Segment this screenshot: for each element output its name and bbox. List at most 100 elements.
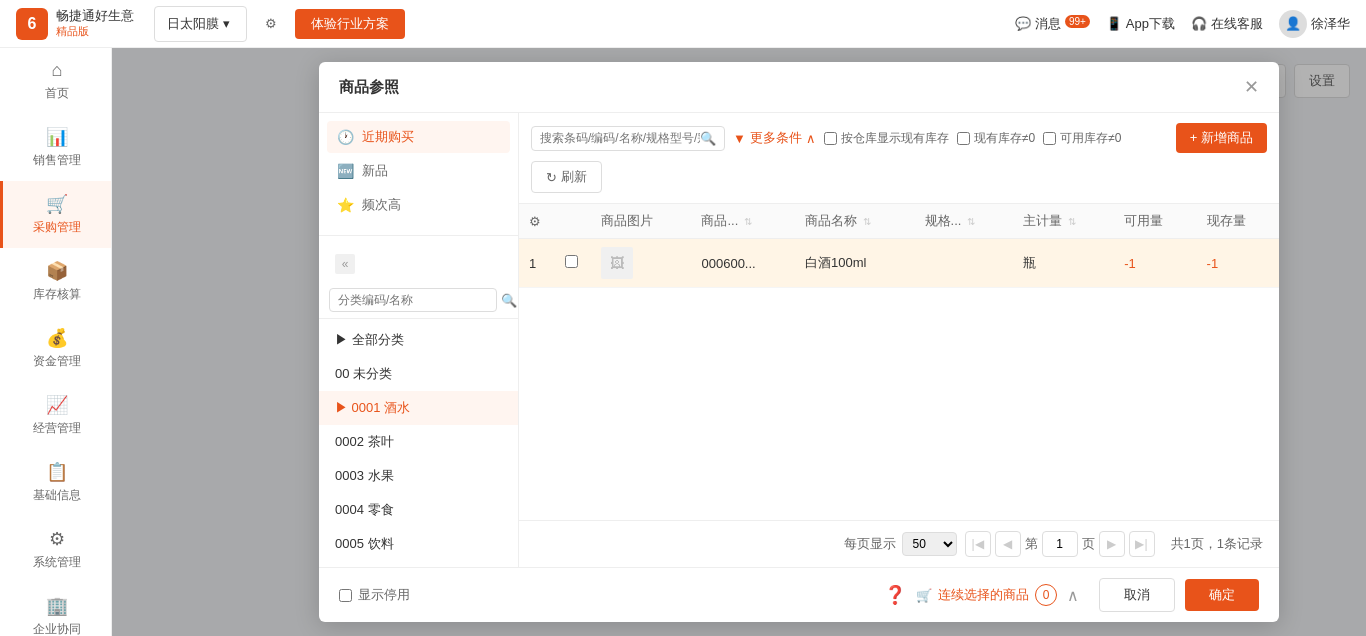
sidebar-item-inventory[interactable]: 📦 库存核算 [0,248,111,315]
sales-icon: 📊 [46,126,68,148]
cell-checkbox[interactable] [555,239,591,288]
cart-area[interactable]: 🛒 连续选择的商品 0 [916,584,1057,606]
sidebar-item-basic-info[interactable]: 📋 基础信息 [0,449,111,516]
refresh-button[interactable]: ↻ 刷新 [531,161,602,193]
username-label: 徐泽华 [1311,15,1350,33]
next-page-button[interactable]: ▶ [1099,531,1125,557]
online-service-button[interactable]: 🎧 在线客服 [1191,15,1263,33]
page-nav: |◀ ◀ 第 页 ▶ ▶| [965,531,1155,557]
confirm-button[interactable]: 确定 [1185,579,1259,611]
dropdown-selector[interactable]: 日太阳膜 ▾ [154,6,247,42]
checkbox-stock-nonzero[interactable]: 现有库存≠0 [957,130,1035,147]
col-unit[interactable]: 主计量 ⇅ [1013,204,1114,239]
checkbox-available-input[interactable] [1043,132,1056,145]
page-prefix: 第 [1025,535,1038,553]
logo-area: 6 畅捷通好生意 精品版 [16,8,134,40]
refresh-icon: ↻ [546,170,557,185]
user-profile[interactable]: 👤 徐泽华 [1279,10,1350,38]
category-search-input[interactable] [329,288,497,312]
table-row[interactable]: 1 🖼 000600... 白酒100ml [519,239,1279,288]
continuous-select-label: 连续选择的商品 [938,586,1029,604]
checkbox-warehouse-input[interactable] [824,132,837,145]
logo-icon: 6 [16,8,48,40]
col-spec[interactable]: 规格... ⇅ [915,204,1013,239]
trial-button[interactable]: 体验行业方案 [295,9,405,39]
prev-page-button[interactable]: ◀ [995,531,1021,557]
product-image-placeholder: 🖼 [601,247,633,279]
collapse-button[interactable]: « [335,254,355,274]
product-reference-modal: 商品参照 ✕ 🕐 近期购买 🆕 [319,62,1279,622]
last-page-button[interactable]: ▶| [1129,531,1155,557]
tab-new-products[interactable]: 🆕 新品 [327,155,510,187]
checkbox-available-nonzero[interactable]: 可用库存≠0 [1043,130,1121,147]
show-disabled-label: 显示停用 [358,586,410,604]
row-checkbox[interactable] [565,255,578,268]
enterprise-icon: 🏢 [46,595,68,617]
category-0001[interactable]: ▶ 0001 酒水 [319,391,518,425]
show-disabled-checkbox[interactable]: 显示停用 [339,586,410,604]
sidebar-item-enterprise[interactable]: 🏢 企业协同 [0,583,111,636]
cell-spec [915,239,1013,288]
footer-left: 显示停用 [339,586,410,604]
pagination: 每页显示 50 10 20 100 |◀ ◀ [519,520,1279,567]
category-0002-label: 0002 茶叶 [335,433,394,451]
app-download-button[interactable]: 📱 App下载 [1106,15,1175,33]
panel-divider [319,235,518,236]
category-all[interactable]: ▶ 全部分类 [319,323,518,357]
settings-icon[interactable]: ⚙ [255,8,287,40]
purchase-icon: 🛒 [46,193,68,215]
show-disabled-input[interactable] [339,589,352,602]
footer-right: 取消 确定 [1099,578,1259,612]
inventory-icon: 📦 [46,260,68,282]
more-filter-button[interactable]: ▼ 更多条件 ∧ [733,129,816,147]
sidebar-item-sales[interactable]: 📊 销售管理 [0,114,111,181]
star-icon: ⭐ [337,197,354,213]
category-all-label: ▶ 全部分类 [335,331,404,349]
search-icon[interactable]: 🔍 [700,131,716,146]
col-code[interactable]: 商品... ⇅ [691,204,795,239]
col-name[interactable]: 商品名称 ⇅ [795,204,915,239]
tab-frequent[interactable]: ⭐ 频次高 [327,189,510,221]
first-page-button[interactable]: |◀ [965,531,991,557]
sidebar-item-operations[interactable]: 📈 经营管理 [0,382,111,449]
page-number-input[interactable] [1042,531,1078,557]
product-search-input[interactable] [540,131,700,145]
modal-close-button[interactable]: ✕ [1244,76,1259,98]
cell-index: 1 [519,239,555,288]
add-product-button[interactable]: + 新增商品 [1176,123,1267,153]
left-panel: 🕐 近期购买 🆕 新品 ⭐ 频次高 [319,113,519,567]
cell-stock: -1 [1197,239,1279,288]
checkbox-warehouse[interactable]: 按仓库显示现有库存 [824,130,949,147]
finance-icon: 💰 [46,327,68,349]
category-0002[interactable]: 0002 茶叶 [319,425,518,459]
category-0003[interactable]: 0003 水果 [319,459,518,493]
cell-name: 白酒100ml [795,239,915,288]
col-checkbox [555,204,591,239]
category-00[interactable]: 00 未分类 [319,357,518,391]
checkbox-stock-input[interactable] [957,132,970,145]
collapse-cart-icon[interactable]: ∧ [1067,586,1079,605]
filter-label: 更多条件 [750,129,802,147]
category-search-icon[interactable]: 🔍 [501,293,517,308]
tab-recent-purchase[interactable]: 🕐 近期购买 [327,121,510,153]
category-0005-label: 0005 饮料 [335,535,394,553]
category-0004[interactable]: 0004 零食 [319,493,518,527]
cancel-button[interactable]: 取消 [1099,578,1175,612]
help-icon[interactable]: ❓ [884,584,906,606]
category-0005[interactable]: 0005 饮料 [319,527,518,561]
sidebar-item-purchase[interactable]: 🛒 采购管理 [0,181,111,248]
sidebar-label-home: 首页 [45,85,69,102]
content-area: 查询 刷新 设置 商品参照 ✕ [112,48,1366,636]
logo-sub: 精品版 [56,24,134,39]
sidebar-item-system[interactable]: ⚙ 系统管理 [0,516,111,583]
sidebar-item-home[interactable]: ⌂ 首页 [0,48,111,114]
tab-frequent-label: 频次高 [362,196,401,214]
modal-footer: 显示停用 ❓ 🛒 连续选择的商品 0 ∧ 取消 确定 [319,567,1279,622]
modal-title: 商品参照 [339,78,399,97]
new-icon: 🆕 [337,163,354,179]
sidebar-item-finance[interactable]: 💰 资金管理 [0,315,111,382]
operations-icon: 📈 [46,394,68,416]
col-settings[interactable]: ⚙ [519,204,555,239]
per-page-select[interactable]: 50 10 20 100 [902,532,957,556]
messages-button[interactable]: 💬 消息 99+ [1015,15,1090,33]
